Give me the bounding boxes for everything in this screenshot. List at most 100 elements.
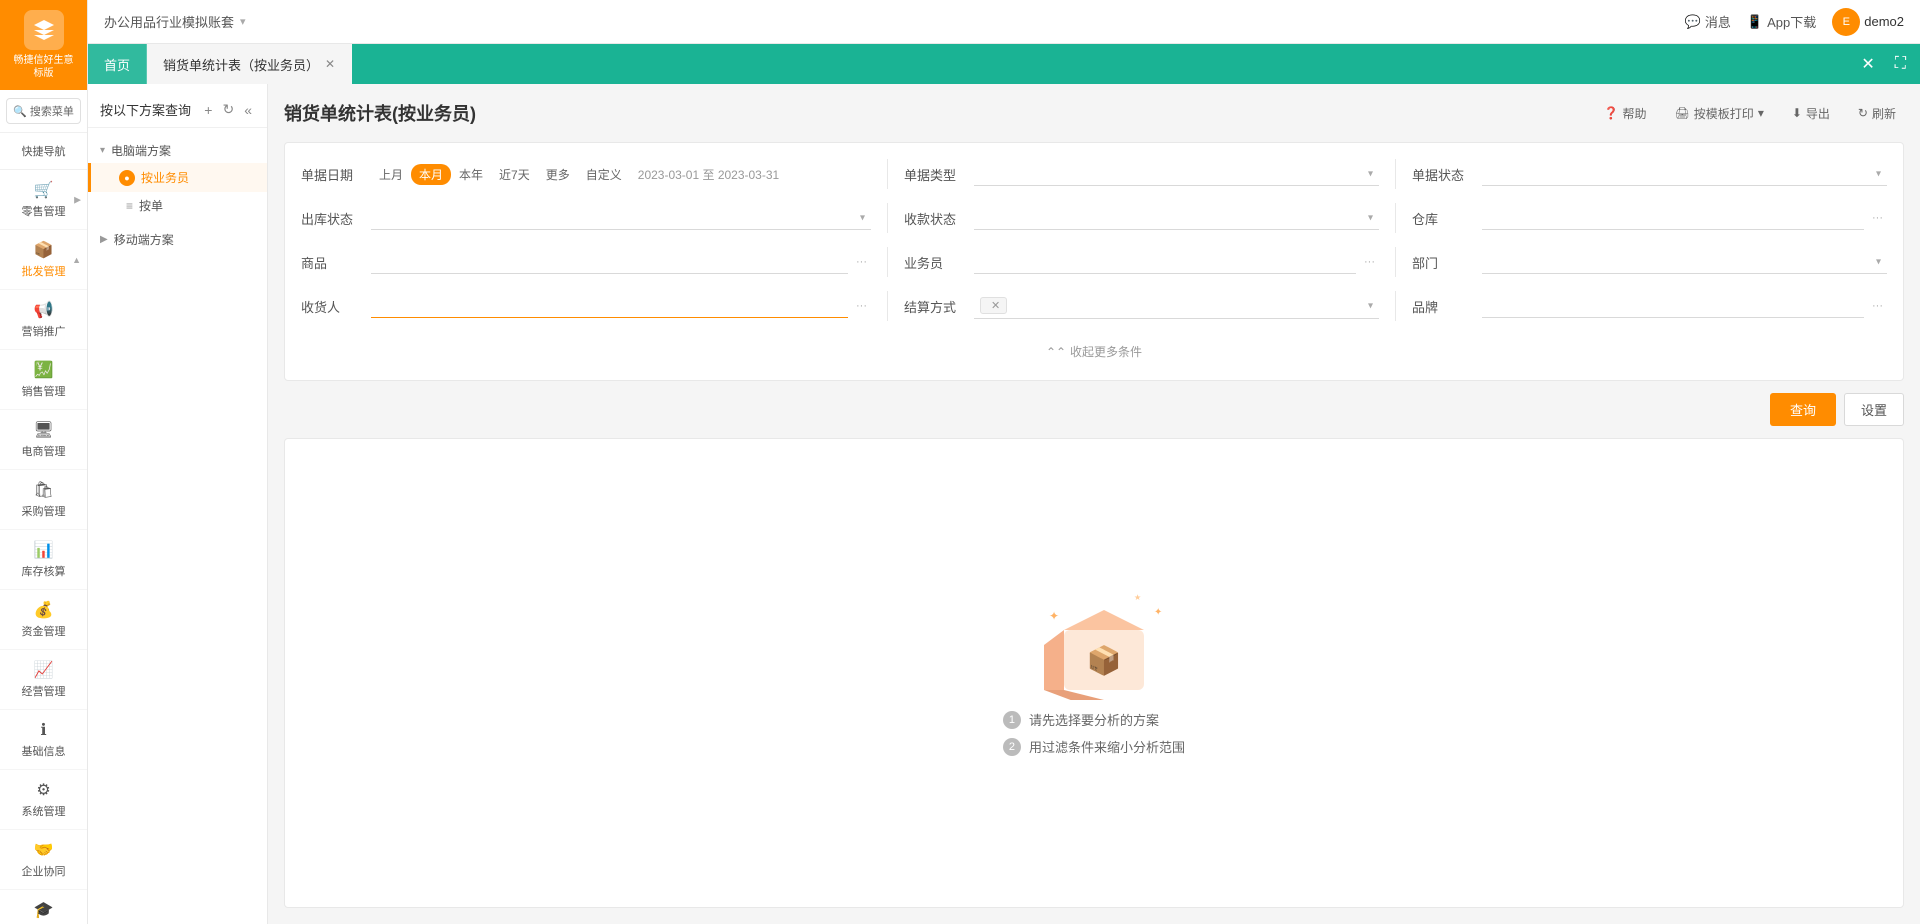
sidebar: 畅捷信好生意 标版 🔍 搜索菜单 快捷导航 🛒 零售管理 ▶ 📦 批发管理 ▲ … xyxy=(0,0,88,924)
tab-close-icon[interactable]: ✕ xyxy=(325,57,335,71)
sidebar-item-basic[interactable]: ℹ 基础信息 xyxy=(0,710,87,770)
date-tab-more[interactable]: 更多 xyxy=(538,164,578,185)
refresh-label: 刷新 xyxy=(1872,105,1896,122)
sidebar-item-marketing[interactable]: 📢 营销推广 xyxy=(0,290,87,350)
staff-more-icon[interactable]: ··· xyxy=(1360,254,1379,270)
filter-staff-control: ··· xyxy=(974,250,1379,274)
filter-row-1: 单据日期 上月 本月 本年 近7天 更多 自定义 2023-03-01 至 20… xyxy=(301,159,1887,189)
app-download-icon: 📱 xyxy=(1747,14,1763,30)
content-area: 按以下方案查询 + ↻ « ▾ 电脑端方案 ● 按业务员 ≡ 按单 xyxy=(88,84,1920,924)
main-area: 办公用品行业模拟账套 ▾ 💬 消息 📱 App下载 E demo2 首页 xyxy=(88,0,1920,924)
date-tab-last-month[interactable]: 上月 xyxy=(371,164,411,185)
logo-icon xyxy=(24,10,64,50)
refresh-button[interactable]: ↻ 刷新 xyxy=(1850,101,1904,126)
doctype-input[interactable] xyxy=(974,162,1379,186)
docstatus-input[interactable] xyxy=(1482,162,1887,186)
filter-divider-2 xyxy=(1395,159,1396,189)
warehouse-input[interactable] xyxy=(1482,206,1864,230)
print-icon: 🖨 xyxy=(1675,106,1690,120)
sidebar-item-operations[interactable]: 📈 经营管理 xyxy=(0,650,87,710)
filter-warehouse-item: 仓库 ··· xyxy=(1412,206,1887,230)
filter-collection-label: 收款状态 xyxy=(904,209,974,228)
sidebar-item-enterprise[interactable]: 🤝 企业协同 xyxy=(0,830,87,890)
retail-label: 零售管理 xyxy=(22,203,66,219)
tab-sales-stat[interactable]: 销货单统计表（按业务员） ✕ xyxy=(147,44,352,84)
sidebar-item-finance[interactable]: 💰 资金管理 xyxy=(0,590,87,650)
filter-brand-label: 品牌 xyxy=(1412,297,1482,316)
system-icon: ⚙ xyxy=(36,780,50,800)
collection-input[interactable] xyxy=(974,206,1379,230)
brand-more-icon[interactable]: ··· xyxy=(1868,298,1887,314)
scheme-by-staff[interactable]: ● 按业务员 xyxy=(88,163,267,192)
tab-home[interactable]: 首页 xyxy=(88,44,147,84)
brand-input[interactable] xyxy=(1482,294,1864,318)
settings-button[interactable]: 设置 xyxy=(1844,393,1904,426)
date-tab-this-month[interactable]: 本月 xyxy=(411,164,451,185)
purchase-icon: 🛍 xyxy=(33,480,53,500)
filter-divider-7 xyxy=(887,291,888,321)
staff-input[interactable] xyxy=(974,250,1356,274)
date-tab-this-year[interactable]: 本年 xyxy=(451,164,491,185)
outbound-input[interactable] xyxy=(371,206,871,230)
finance-label: 资金管理 xyxy=(22,623,66,639)
tab-close-all-button[interactable]: ✕ xyxy=(1855,52,1880,76)
hint-text-1: 请先选择要分析的方案 xyxy=(1029,710,1159,729)
scheme-by-order[interactable]: ≡ 按单 xyxy=(88,192,267,219)
sidebar-item-retail[interactable]: 🛒 零售管理 ▶ xyxy=(0,170,87,230)
date-tab-7days[interactable]: 近7天 xyxy=(491,164,538,185)
help-button[interactable]: ❓ 帮助 xyxy=(1596,101,1655,126)
collapse-panel-button[interactable]: « xyxy=(241,100,255,119)
sidebar-item-sales[interactable]: 💹 销售管理 xyxy=(0,350,87,410)
search-menu-button[interactable]: 🔍 搜索菜单 xyxy=(6,98,81,124)
sidebar-item-ecommerce[interactable]: 🖥 电商管理 xyxy=(0,410,87,470)
app-download-button[interactable]: 📱 App下载 xyxy=(1747,12,1816,31)
sidebar-item-purchase[interactable]: 🛍 采购管理 xyxy=(0,470,87,530)
goods-input[interactable] xyxy=(371,250,848,274)
receiver-input[interactable] xyxy=(371,294,848,318)
export-button[interactable]: ⬇ 导出 xyxy=(1784,101,1838,126)
basic-label: 基础信息 xyxy=(22,743,66,759)
goods-more-icon[interactable]: ··· xyxy=(852,254,871,270)
system-label: 系统管理 xyxy=(22,803,66,819)
sidebar-item-wholesale[interactable]: 📦 批发管理 ▲ xyxy=(0,230,87,290)
collapse-more-button[interactable]: ⌃⌃ 收起更多条件 xyxy=(1046,343,1142,360)
filter-collection-item: 收款状态 xyxy=(904,206,1379,230)
hint-text-2: 用过滤条件来缩小分析范围 xyxy=(1029,737,1185,756)
mobile-section-header[interactable]: ▶ 移动端方案 xyxy=(88,227,267,252)
filter-area: 单据日期 上月 本月 本年 近7天 更多 自定义 2023-03-01 至 20… xyxy=(284,142,1904,381)
message-button[interactable]: 💬 消息 xyxy=(1685,12,1731,31)
warehouse-more-icon[interactable]: ··· xyxy=(1868,210,1887,226)
pc-section-header[interactable]: ▾ 电脑端方案 xyxy=(88,138,267,163)
pc-section-label: 电脑端方案 xyxy=(111,142,171,159)
payment-tag-close[interactable]: ✕ xyxy=(991,299,1000,312)
sidebar-quick-nav: 快捷导航 xyxy=(0,133,87,170)
query-button[interactable]: 查询 xyxy=(1770,393,1836,426)
template-print-button[interactable]: 🖨 按模板打印 ▾ xyxy=(1667,101,1772,126)
filter-goods-item: 商品 ··· xyxy=(301,250,871,274)
tab-expand-button[interactable]: ⛶ xyxy=(1889,53,1912,75)
sidebar-item-system[interactable]: ⚙ 系统管理 xyxy=(0,770,87,830)
filter-staff-item: 业务员 ··· xyxy=(904,250,1379,274)
inventory-icon: 📊 xyxy=(34,540,54,560)
refresh-scheme-button[interactable]: ↻ xyxy=(219,100,237,119)
sales-label: 销售管理 xyxy=(22,383,66,399)
filter-brand-item: 品牌 ··· xyxy=(1412,294,1887,318)
home-tab-label: 首页 xyxy=(104,55,130,74)
export-label: 导出 xyxy=(1806,105,1830,122)
filter-row-2: 出库状态 收款状态 仓库 xyxy=(301,203,1887,233)
pc-section: ▾ 电脑端方案 ● 按业务员 ≡ 按单 xyxy=(88,134,267,223)
receiver-more-icon[interactable]: ··· xyxy=(852,298,871,314)
topbar-arrow-icon: ▾ xyxy=(240,15,246,28)
date-tab-custom[interactable]: 自定义 xyxy=(578,164,630,185)
wholesale-label: 批发管理 xyxy=(22,263,66,279)
sidebar-item-inventory[interactable]: 📊 库存核算 xyxy=(0,530,87,590)
purchase-label: 采购管理 xyxy=(22,503,66,519)
sidebar-item-newbie[interactable]: 🎓 新手引导 xyxy=(0,890,87,924)
dept-input[interactable] xyxy=(1482,250,1887,274)
filter-payment-label: 结算方式 xyxy=(904,297,974,316)
filter-doctype-control xyxy=(974,162,1379,186)
user-area[interactable]: E demo2 xyxy=(1832,8,1904,36)
quick-nav-button[interactable]: 快捷导航 xyxy=(0,137,87,165)
add-scheme-button[interactable]: + xyxy=(201,100,215,119)
filter-date-item: 单据日期 上月 本月 本年 近7天 更多 自定义 2023-03-01 至 20… xyxy=(301,164,871,185)
